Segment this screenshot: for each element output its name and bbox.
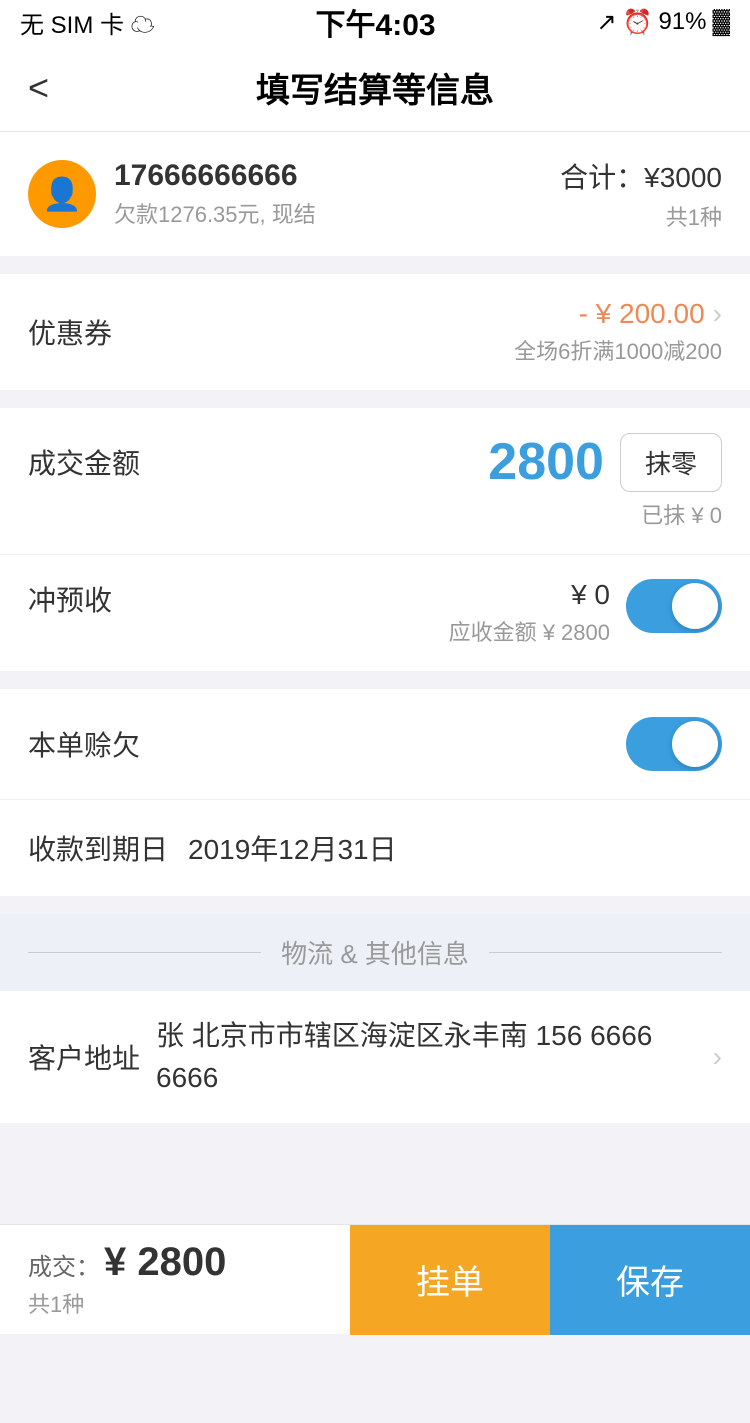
credit-toggle[interactable]: [626, 717, 722, 771]
footer-count: 共1种: [28, 1287, 322, 1319]
credit-label: 本单赊欠: [28, 724, 140, 764]
divider-1: [0, 256, 750, 274]
date-section: 收款到期日 2019年12月31日: [0, 799, 750, 896]
credit-toggle-knob: [672, 721, 718, 767]
battery-icon: ▓: [712, 8, 730, 36]
customer-phone: 17666666666: [114, 159, 316, 193]
deal-section: 成交金额 2800 抹零 已抹 ¥ 0: [0, 408, 750, 554]
advance-row: 冲预收 ¥ 0 应收金额 ¥ 2800: [28, 579, 722, 647]
divider-2: [0, 390, 750, 408]
status-time: 下午4:03: [316, 0, 436, 44]
credit-section: 本单赊欠: [0, 689, 750, 799]
sim-label: 无 SIM 卡 ☁: [20, 5, 155, 40]
footer-info: 成交： ¥ 2800 共1种: [0, 1240, 350, 1319]
logistics-header: 物流 & 其他信息: [0, 914, 750, 991]
footer-deal-label: 成交：: [28, 1247, 100, 1282]
footer-amount: ¥ 2800: [104, 1240, 226, 1285]
coupon-label: 优惠券: [28, 312, 112, 352]
status-bar: 无 SIM 卡 ☁ 下午4:03 ↗ ⏰ 91% ▓: [0, 0, 750, 44]
total-amount: 合计：¥3000: [560, 156, 722, 196]
location-icon: ↗: [596, 8, 616, 37]
address-chevron-icon: ›: [713, 1041, 722, 1073]
customer-card: 👤 17666666666 欠款1276.35元, 现结 合计：¥3000 共1…: [0, 132, 750, 256]
address-value: 张 北京市市辖区海淀区永丰南 156 6666 6666: [156, 1015, 713, 1099]
back-button[interactable]: <: [28, 67, 49, 109]
deal-right: 2800 抹零: [488, 432, 722, 492]
deal-row: 成交金额 2800 抹零: [28, 432, 722, 492]
deal-amount-value: 2800: [488, 432, 604, 492]
advance-label: 冲预收: [28, 579, 112, 619]
total-count: 共1种: [560, 200, 722, 232]
date-value: 2019年12月31日: [188, 828, 397, 868]
status-right: ↗ ⏰ 91% ▓: [596, 8, 730, 37]
customer-info: 17666666666 欠款1276.35元, 现结: [114, 159, 316, 229]
avatar-icon: 👤: [42, 175, 82, 213]
advance-values: ¥ 0 应收金额 ¥ 2800: [449, 579, 610, 647]
chevron-right-icon: ›: [713, 298, 722, 330]
deal-sub: 已抹 ¥ 0: [28, 498, 722, 530]
date-label: 收款到期日: [28, 828, 168, 868]
coupon-row[interactable]: 优惠券 - ¥ 200.00 › 全场6折满1000减200: [0, 274, 750, 390]
customer-totals: 合计：¥3000 共1种: [560, 156, 722, 232]
logistics-line-left: [28, 952, 261, 953]
nav-bar: < 填写结算等信息: [0, 44, 750, 132]
battery-level: 91%: [658, 8, 706, 36]
address-label: 客户地址: [28, 1037, 140, 1077]
divider-3: [0, 671, 750, 689]
round-button[interactable]: 抹零: [620, 433, 722, 492]
address-section[interactable]: 客户地址 张 北京市市辖区海淀区永丰南 156 6666 6666 ›: [0, 991, 750, 1123]
customer-debt: 欠款1276.35元, 现结: [114, 197, 316, 229]
toggle-knob: [672, 583, 718, 629]
divider-4: [0, 896, 750, 914]
save-button[interactable]: 保存: [550, 1225, 750, 1335]
logistics-label: 物流 & 其他信息: [281, 934, 469, 971]
status-left: 无 SIM 卡 ☁: [20, 5, 155, 40]
nav-title: 填写结算等信息: [256, 63, 494, 112]
avatar: 👤: [28, 160, 96, 228]
advance-amount: ¥ 0: [449, 579, 610, 611]
coupon-desc: 全场6折满1000减200: [514, 334, 722, 366]
advance-section: 冲预收 ¥ 0 应收金额 ¥ 2800: [0, 554, 750, 671]
coupon-right: - ¥ 200.00 › 全场6折满1000减200: [514, 298, 722, 366]
coupon-value: - ¥ 200.00: [579, 298, 705, 330]
advance-right: ¥ 0 应收金额 ¥ 2800: [449, 579, 722, 647]
logistics-line-right: [489, 952, 722, 953]
footer: 成交： ¥ 2800 共1种 挂单 保存: [0, 1224, 750, 1334]
customer-left: 👤 17666666666 欠款1276.35元, 现结: [28, 159, 316, 229]
alarm-icon: ⏰: [623, 8, 653, 37]
pending-button[interactable]: 挂单: [350, 1225, 550, 1335]
deal-label: 成交金额: [28, 442, 140, 482]
advance-sub: 应收金额 ¥ 2800: [449, 615, 610, 647]
advance-toggle[interactable]: [626, 579, 722, 633]
